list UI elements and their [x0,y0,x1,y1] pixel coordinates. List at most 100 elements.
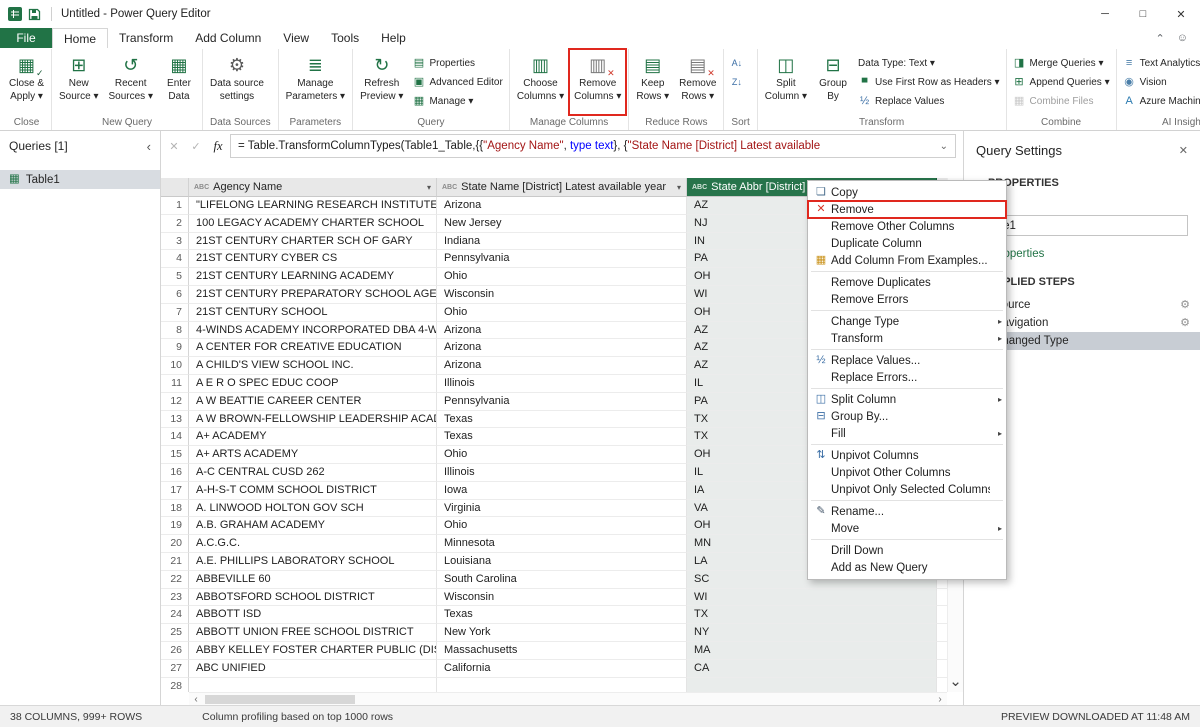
menu-item-transform[interactable]: Transform▸ [808,330,1006,347]
grid-cell[interactable] [687,678,937,692]
horizontal-scrollbar[interactable]: ‹ › [189,692,947,705]
grid-cell[interactable]: A.E. PHILLIPS LABORATORY SCHOOL [189,553,437,571]
tab-transform[interactable]: Transform [108,28,184,48]
grid-cell[interactable]: Wisconsin [437,589,687,607]
grid-cell[interactable]: ABBOTT UNION FREE SCHOOL DISTRICT [189,624,437,642]
menu-item-add-as-new-query[interactable]: Add as New Query [808,559,1006,576]
row-number[interactable]: 20 [161,535,189,553]
grid-cell[interactable]: A W BROWN-FELLOWSHIP LEADERSHIP ACADEMY [189,411,437,429]
menu-item-rename[interactable]: ✎Rename... [808,503,1006,520]
grid-cell[interactable]: ABBOTT ISD [189,606,437,624]
grid-cell[interactable]: A. LINWOOD HOLTON GOV SCH [189,500,437,518]
combine-files-button[interactable]: ▦Combine Files [1010,93,1113,110]
choose-columns-button[interactable]: ▥ChooseColumns ▾ [513,50,568,114]
row-number[interactable]: 24 [161,606,189,624]
minimize-icon[interactable]: ─ [1086,0,1124,28]
tab-file[interactable]: File [0,28,52,48]
grid-cell[interactable]: CA [687,660,937,678]
grid-corner-cell[interactable] [161,178,189,197]
refresh-preview-button[interactable]: ↻RefreshPreview ▾ [356,50,407,114]
manage-parameters-button[interactable]: ≣ManageParameters ▾ [282,50,349,114]
row-number[interactable]: 26 [161,642,189,660]
grid-cell[interactable]: Illinois [437,464,687,482]
grid-cell[interactable]: ABBEVILLE 60 [189,571,437,589]
grid-cell[interactable] [937,606,947,624]
grid-cell[interactable]: A W BEATTIE CAREER CENTER [189,393,437,411]
keep-rows-button[interactable]: ▤KeepRows ▾ [632,50,673,114]
grid-cell[interactable]: Minnesota [437,535,687,553]
grid-cell[interactable]: A E R O SPEC EDUC COOP [189,375,437,393]
grid-cell[interactable]: Pennsylvania [437,393,687,411]
row-number[interactable]: 22 [161,571,189,589]
grid-cell[interactable]: Arizona [437,322,687,340]
tab-view[interactable]: View [272,28,320,48]
grid-cell[interactable]: WI [687,589,937,607]
menu-item-unpivot-only-selected-columns[interactable]: Unpivot Only Selected Columns [808,481,1006,498]
vision-button[interactable]: ◉Vision [1120,74,1200,91]
recent-sources-button[interactable]: ↺RecentSources ▾ [105,50,157,114]
save-icon[interactable] [28,8,41,21]
grid-cell[interactable]: A CENTER FOR CREATIVE EDUCATION [189,339,437,357]
grid-cell[interactable]: Texas [437,428,687,446]
row-number[interactable]: 8 [161,322,189,340]
column-header-agency-name[interactable]: ABCAgency Name▾ [189,178,437,197]
menu-item-replace-values[interactable]: ½Replace Values... [808,352,1006,369]
row-number[interactable]: 15 [161,446,189,464]
collapse-queries-pane-icon[interactable]: ‹ [147,139,151,154]
row-number[interactable]: 16 [161,464,189,482]
menu-item-remove-duplicates[interactable]: Remove Duplicates [808,274,1006,291]
grid-cell[interactable]: Arizona [437,357,687,375]
row-number[interactable]: 28 [161,678,189,692]
grid-cell[interactable]: Indiana [437,233,687,251]
manage-button[interactable]: ▦Manage ▾ [409,93,505,110]
menu-item-remove[interactable]: ✕Remove [808,201,1006,218]
grid-cell[interactable]: 21ST CENTURY CHARTER SCH OF GARY [189,233,437,251]
commit-formula-icon[interactable]: ✓ [186,140,206,153]
column-header-state-name-district-latest-available-year[interactable]: ABCState Name [District] Latest availabl… [437,178,687,197]
properties-section-header[interactable]: ▲ PROPERTIES [976,177,1188,189]
grid-cell[interactable]: A+ ARTS ACADEMY [189,446,437,464]
grid-cell[interactable] [937,678,947,692]
text-analytics-button[interactable]: ≡Text Analytics [1120,55,1200,72]
grid-cell[interactable]: Texas [437,606,687,624]
remove-rows-button[interactable]: ▤✕RemoveRows ▾ [675,50,720,114]
grid-cell[interactable]: NY [687,624,937,642]
tab-home[interactable]: Home [52,28,108,48]
grid-cell[interactable]: A-H-S-T COMM SCHOOL DISTRICT [189,482,437,500]
grid-cell[interactable]: A+ ACADEMY [189,428,437,446]
row-number[interactable]: 1 [161,197,189,215]
row-number[interactable]: 18 [161,500,189,518]
row-number[interactable]: 21 [161,553,189,571]
grid-cell[interactable] [937,642,947,660]
tab-tools[interactable]: Tools [320,28,370,48]
filter-icon[interactable]: ▾ [423,183,431,192]
all-properties-link[interactable]: All Properties [976,248,1188,260]
horizontal-scrollbar-thumb[interactable] [205,695,355,704]
menu-item-add-column-from-examples[interactable]: ▦Add Column From Examples... [808,252,1006,269]
row-number[interactable]: 2 [161,215,189,233]
menu-item-unpivot-columns[interactable]: ⇅Unpivot Columns [808,447,1006,464]
grid-cell[interactable]: South Carolina [437,571,687,589]
grid-cell[interactable]: Wisconsin [437,286,687,304]
grid-cell[interactable]: Illinois [437,375,687,393]
row-number[interactable]: 23 [161,589,189,607]
grid-cell[interactable]: 21ST CENTURY PREPARATORY SCHOOL AGENCY [189,286,437,304]
query-name-input[interactable] [976,215,1188,236]
maximize-icon[interactable]: □ [1124,0,1162,28]
grid-cell[interactable] [937,589,947,607]
enter-data-button[interactable]: ▦EnterData [159,50,199,114]
scroll-right-icon[interactable]: › [933,694,947,705]
grid-cell[interactable]: New Jersey [437,215,687,233]
grid-cell[interactable]: Pennsylvania [437,250,687,268]
cancel-formula-icon[interactable]: ✕ [164,140,184,153]
menu-item-move[interactable]: Move▸ [808,520,1006,537]
replace-values-button[interactable]: ½Replace Values [855,93,1003,110]
new-source-button[interactable]: ⊞NewSource ▾ [55,50,102,114]
azure-machine-learning-button[interactable]: AAzure Machine Learning [1120,93,1200,110]
grid-cell[interactable]: Virginia [437,500,687,518]
grid-cell[interactable]: Ohio [437,446,687,464]
grid-cell[interactable]: Louisiana [437,553,687,571]
menu-item-drill-down[interactable]: Drill Down [808,542,1006,559]
advanced-editor-button[interactable]: ▣Advanced Editor [409,74,505,91]
collapse-ribbon-icon[interactable]: ⌃ [1156,32,1165,45]
